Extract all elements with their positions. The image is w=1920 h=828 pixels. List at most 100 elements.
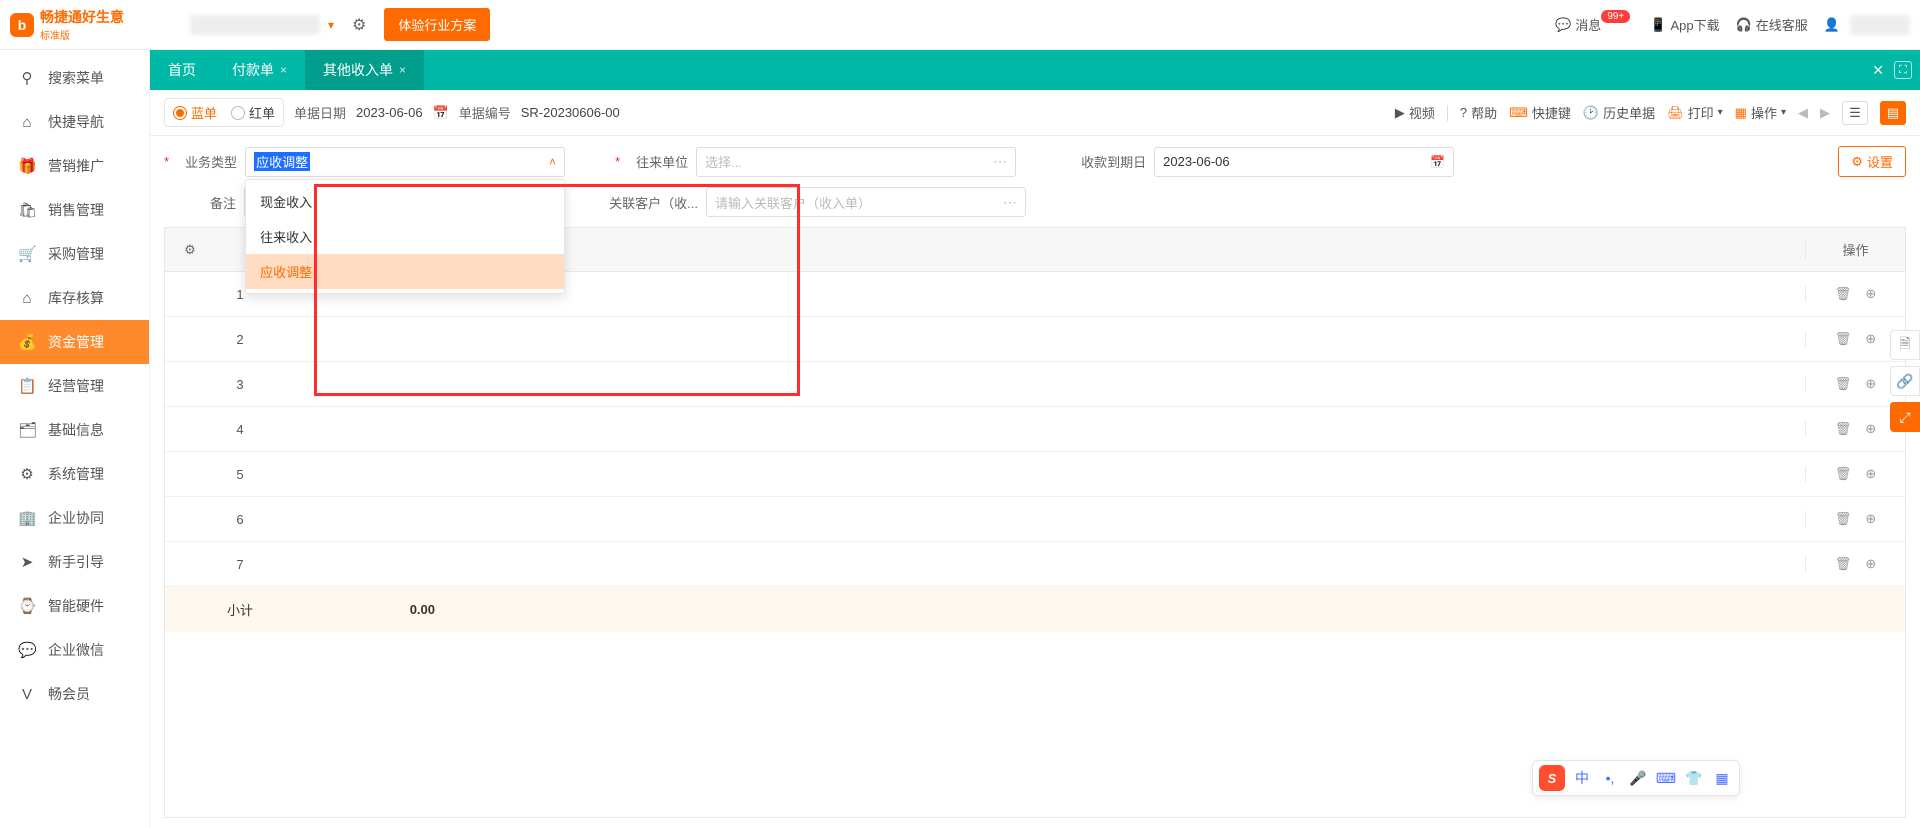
tab-close-icon[interactable]: ✕ <box>1872 62 1884 79</box>
table-row[interactable]: 2🗑⊕ <box>165 317 1905 362</box>
topbar: b 畅捷通好生意 标准版 ▾ ⚙ 体验行业方案 💬 消息 99+ 📱 App下载… <box>0 0 1920 50</box>
radio-red[interactable]: 红单 <box>231 103 275 122</box>
copy-icon[interactable]: ⊕ <box>1865 421 1876 437</box>
chevron-down-icon: ▾ <box>328 18 334 32</box>
copy-icon[interactable]: ⊕ <box>1865 466 1876 482</box>
sidebar-item-6[interactable]: 💰资金管理 <box>0 320 149 364</box>
table-row[interactable]: 3🗑⊕ <box>165 362 1905 407</box>
org-selector[interactable]: ▾ <box>190 15 334 35</box>
delete-icon[interactable]: 🗑 <box>1835 421 1852 437</box>
biz-type-option-2[interactable]: 应收调整 <box>246 254 564 289</box>
next-button[interactable]: ▶ <box>1820 105 1830 121</box>
copy-icon[interactable]: ⊕ <box>1865 556 1876 572</box>
sidebar-item-8[interactable]: 🗂基础信息 <box>0 408 149 452</box>
grid-settings-icon[interactable]: ⚙ <box>165 242 215 258</box>
delete-icon[interactable]: 🗑 <box>1835 511 1852 527</box>
copy-icon[interactable]: ⊕ <box>1865 331 1876 347</box>
sidebar-item-12[interactable]: ⌚智能硬件 <box>0 584 149 628</box>
sidebar-item-3[interactable]: 🛍销售管理 <box>0 188 149 232</box>
delete-icon[interactable]: 🗑 <box>1835 466 1852 482</box>
sogou-logo-icon[interactable]: S <box>1539 765 1565 791</box>
tab-0[interactable]: 首页 <box>150 50 214 90</box>
help-link[interactable]: ?帮助 <box>1460 103 1497 122</box>
online-service-link[interactable]: 🎧 在线客服 <box>1736 15 1808 34</box>
app-download-link[interactable]: 📱 App下载 <box>1650 15 1719 34</box>
biz-type-select[interactable]: 应收调整 ˄ <box>245 147 565 177</box>
more-icon[interactable]: ⋯ <box>1003 194 1017 211</box>
sidebar-item-0[interactable]: ⚲搜索菜单 <box>0 56 149 100</box>
sidebar-item-7[interactable]: 📋经营管理 <box>0 364 149 408</box>
biz-type-option-0[interactable]: 现金收入 <box>246 184 564 219</box>
ime-skin-icon[interactable]: 👕 <box>1683 767 1705 789</box>
sidebar-item-5[interactable]: ⌂库存核算 <box>0 276 149 320</box>
due-date-input[interactable]: 2023-06-06 📅 <box>1154 147 1454 177</box>
brand-name: 畅捷通好生意 <box>40 7 124 27</box>
biz-type-option-1[interactable]: 往来收入 <box>246 219 564 254</box>
prev-button[interactable]: ◀ <box>1798 105 1808 121</box>
due-date-value: 2023-06-06 <box>1163 154 1230 169</box>
calendar-icon[interactable]: 📅 <box>433 105 449 121</box>
close-icon[interactable]: × <box>399 63 406 77</box>
sidebar-item-1[interactable]: ⌂快捷导航 <box>0 100 149 144</box>
nav-icon: ⚙ <box>18 465 36 483</box>
tab-2[interactable]: 其他收入单× <box>305 50 424 90</box>
video-link[interactable]: ▶视频 <box>1395 103 1435 122</box>
required-mark: * <box>164 154 169 169</box>
shortcut-link[interactable]: ⌨快捷键 <box>1509 103 1571 122</box>
nav-icon: 🏢 <box>18 509 36 527</box>
row-index: 5 <box>215 467 265 482</box>
delete-icon[interactable]: 🗑 <box>1835 376 1852 392</box>
radio-blue[interactable]: 蓝单 <box>173 103 217 122</box>
doc-date-value[interactable]: 2023-06-06 <box>356 105 423 120</box>
sidebar-item-10[interactable]: 🏢企业协同 <box>0 496 149 540</box>
trial-button[interactable]: 体验行业方案 <box>384 8 490 41</box>
rail-link-icon[interactable]: 🔗 <box>1890 366 1920 396</box>
table-row[interactable]: 4🗑⊕ <box>165 407 1905 452</box>
history-icon: 🕑 <box>1583 105 1599 121</box>
tab-expand-icon[interactable]: ⛶ <box>1894 61 1912 79</box>
ime-mic-icon[interactable]: 🎤 <box>1627 767 1649 789</box>
table-row[interactable]: 7🗑⊕ <box>165 542 1905 587</box>
history-link[interactable]: 🕑历史单据 <box>1583 103 1655 122</box>
biz-type-value: 应收调整 <box>254 152 310 171</box>
ime-punct-icon[interactable]: •, <box>1599 767 1621 789</box>
sidebar-item-4[interactable]: 🛒采购管理 <box>0 232 149 276</box>
delete-icon[interactable]: 🗑 <box>1835 556 1852 572</box>
ime-keyboard-icon[interactable]: ⌨ <box>1655 767 1677 789</box>
view-list-button[interactable]: ☰ <box>1842 101 1868 125</box>
gear-icon[interactable]: ⚙ <box>352 15 366 35</box>
gear-icon: ⚙ <box>1851 154 1863 170</box>
copy-icon[interactable]: ⊕ <box>1865 511 1876 527</box>
messages-link[interactable]: 💬 消息 99+ <box>1555 15 1634 34</box>
nav-label: 销售管理 <box>48 200 104 220</box>
view-card-button[interactable]: ▤ <box>1880 101 1906 125</box>
close-icon[interactable]: × <box>280 63 287 77</box>
nav-icon: ⚲ <box>18 69 36 87</box>
sidebar-item-13[interactable]: 💬企业微信 <box>0 628 149 672</box>
copy-icon[interactable]: ⊕ <box>1865 286 1876 302</box>
ime-cn-icon[interactable]: 中 <box>1571 767 1593 789</box>
table-row[interactable]: 6🗑⊕ <box>165 497 1905 542</box>
operate-button[interactable]: ▦操作▾ <box>1735 103 1786 122</box>
calendar-icon[interactable]: 📅 <box>1430 155 1445 169</box>
tab-1[interactable]: 付款单× <box>214 50 305 90</box>
sidebar-item-11[interactable]: ➤新手引导 <box>0 540 149 584</box>
rail-expand-icon[interactable]: ⤢ <box>1890 402 1920 432</box>
delete-icon[interactable]: 🗑 <box>1835 286 1852 302</box>
settings-button[interactable]: ⚙设置 <box>1838 146 1906 177</box>
ime-toolbox-icon[interactable]: ▦ <box>1711 767 1733 789</box>
sidebar-item-2[interactable]: 🎁营销推广 <box>0 144 149 188</box>
radio-blue-label: 蓝单 <box>191 103 217 122</box>
table-row[interactable]: 5 🗑 ⊕ <box>165 452 1905 497</box>
sidebar-item-9[interactable]: ⚙系统管理 <box>0 452 149 496</box>
delete-icon[interactable]: 🗑 <box>1835 331 1852 347</box>
workarea: 蓝单 红单 单据日期 2023-06-06 📅 单据编号 SR-20230606… <box>150 90 1920 828</box>
print-button[interactable]: 🖨打印▾ <box>1667 103 1723 122</box>
copy-icon[interactable]: ⊕ <box>1865 376 1876 392</box>
more-icon[interactable]: ⋯ <box>993 153 1007 170</box>
partner-select[interactable]: 选择... ⋯ <box>696 147 1016 177</box>
sidebar-item-14[interactable]: V畅会员 <box>0 672 149 716</box>
rail-note-icon[interactable]: 🗎 <box>1890 330 1920 360</box>
user-menu[interactable]: 👤 <box>1824 15 1910 35</box>
rel-cust-input[interactable]: 请输入关联客户（收入单） ⋯ <box>706 187 1026 217</box>
